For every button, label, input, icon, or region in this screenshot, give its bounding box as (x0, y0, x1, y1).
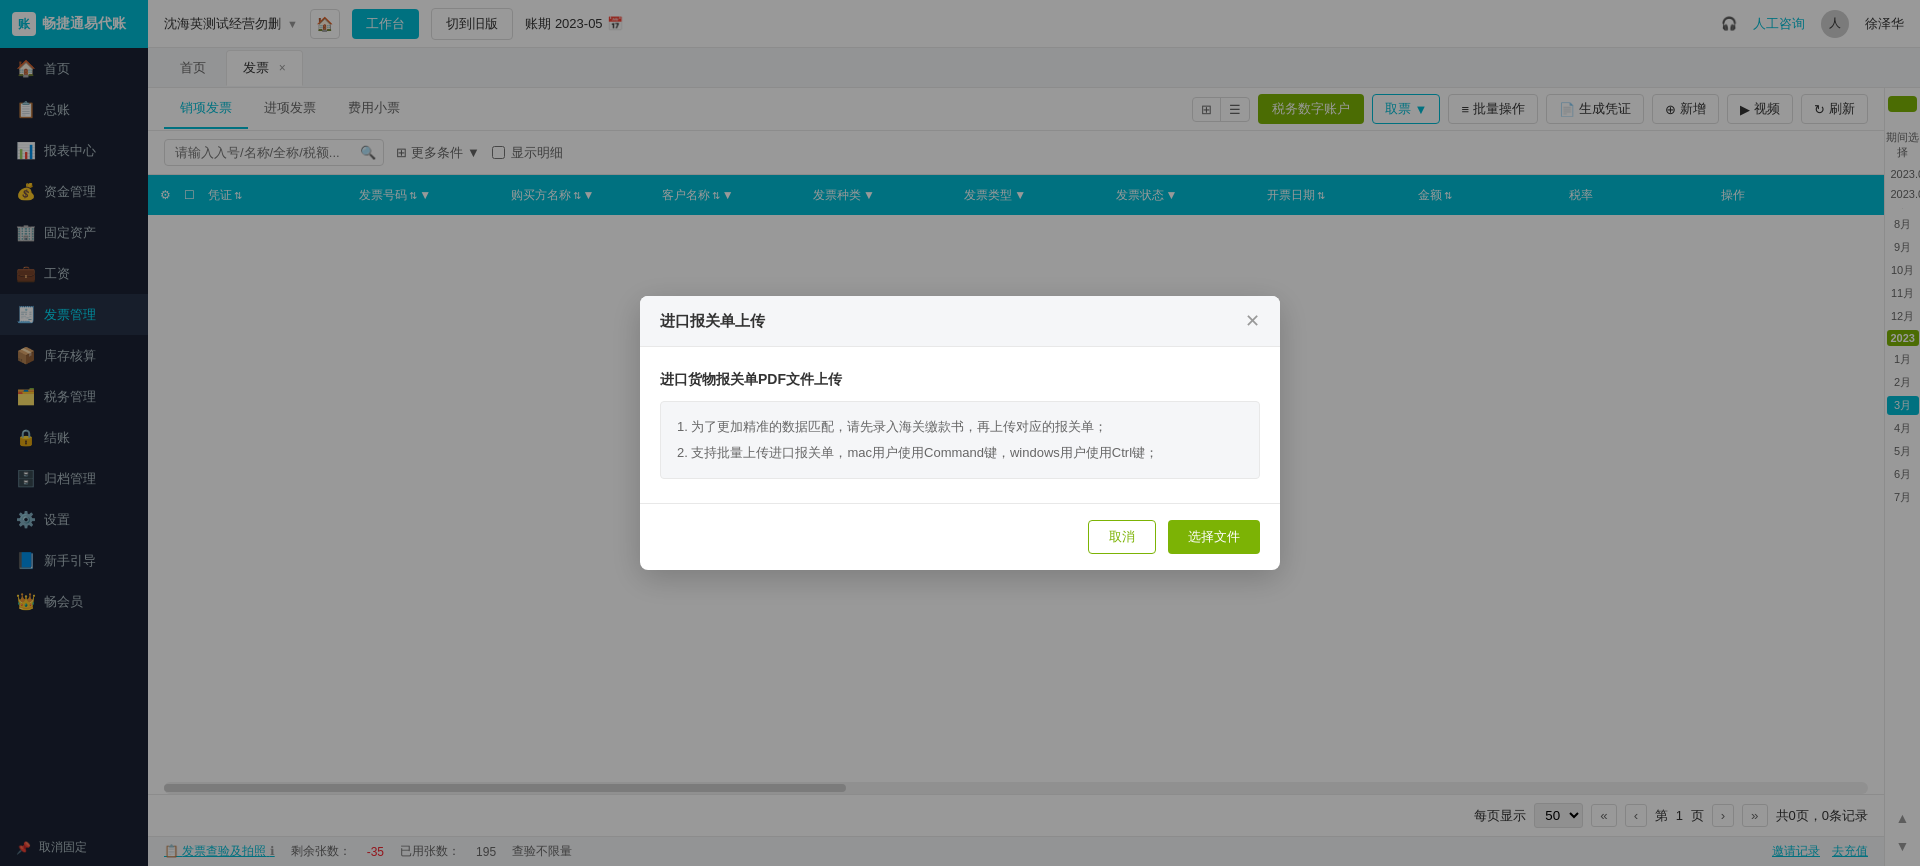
modal-upload-title: 进口货物报关单PDF文件上传 (660, 371, 1260, 389)
modal-info-line1: 1. 为了更加精准的数据匹配，请先录入海关缴款书，再上传对应的报关单； (677, 414, 1243, 440)
modal-close-button[interactable]: ✕ (1245, 310, 1260, 332)
modal-footer: 取消 选择文件 (640, 503, 1280, 570)
modal-info-line2: 2. 支持批量上传进口报关单，mac用户使用Command键，windows用户… (677, 440, 1243, 466)
modal-overlay[interactable]: 进口报关单上传 ✕ 进口货物报关单PDF文件上传 1. 为了更加精准的数据匹配，… (0, 0, 1920, 866)
select-file-button[interactable]: 选择文件 (1168, 520, 1260, 554)
modal-info-box: 1. 为了更加精准的数据匹配，请先录入海关缴款书，再上传对应的报关单； 2. 支… (660, 401, 1260, 479)
import-customs-modal: 进口报关单上传 ✕ 进口货物报关单PDF文件上传 1. 为了更加精准的数据匹配，… (640, 296, 1280, 570)
cancel-button[interactable]: 取消 (1088, 520, 1156, 554)
modal-body: 进口货物报关单PDF文件上传 1. 为了更加精准的数据匹配，请先录入海关缴款书，… (640, 347, 1280, 503)
modal-title: 进口报关单上传 (660, 312, 765, 331)
modal-header: 进口报关单上传 ✕ (640, 296, 1280, 347)
